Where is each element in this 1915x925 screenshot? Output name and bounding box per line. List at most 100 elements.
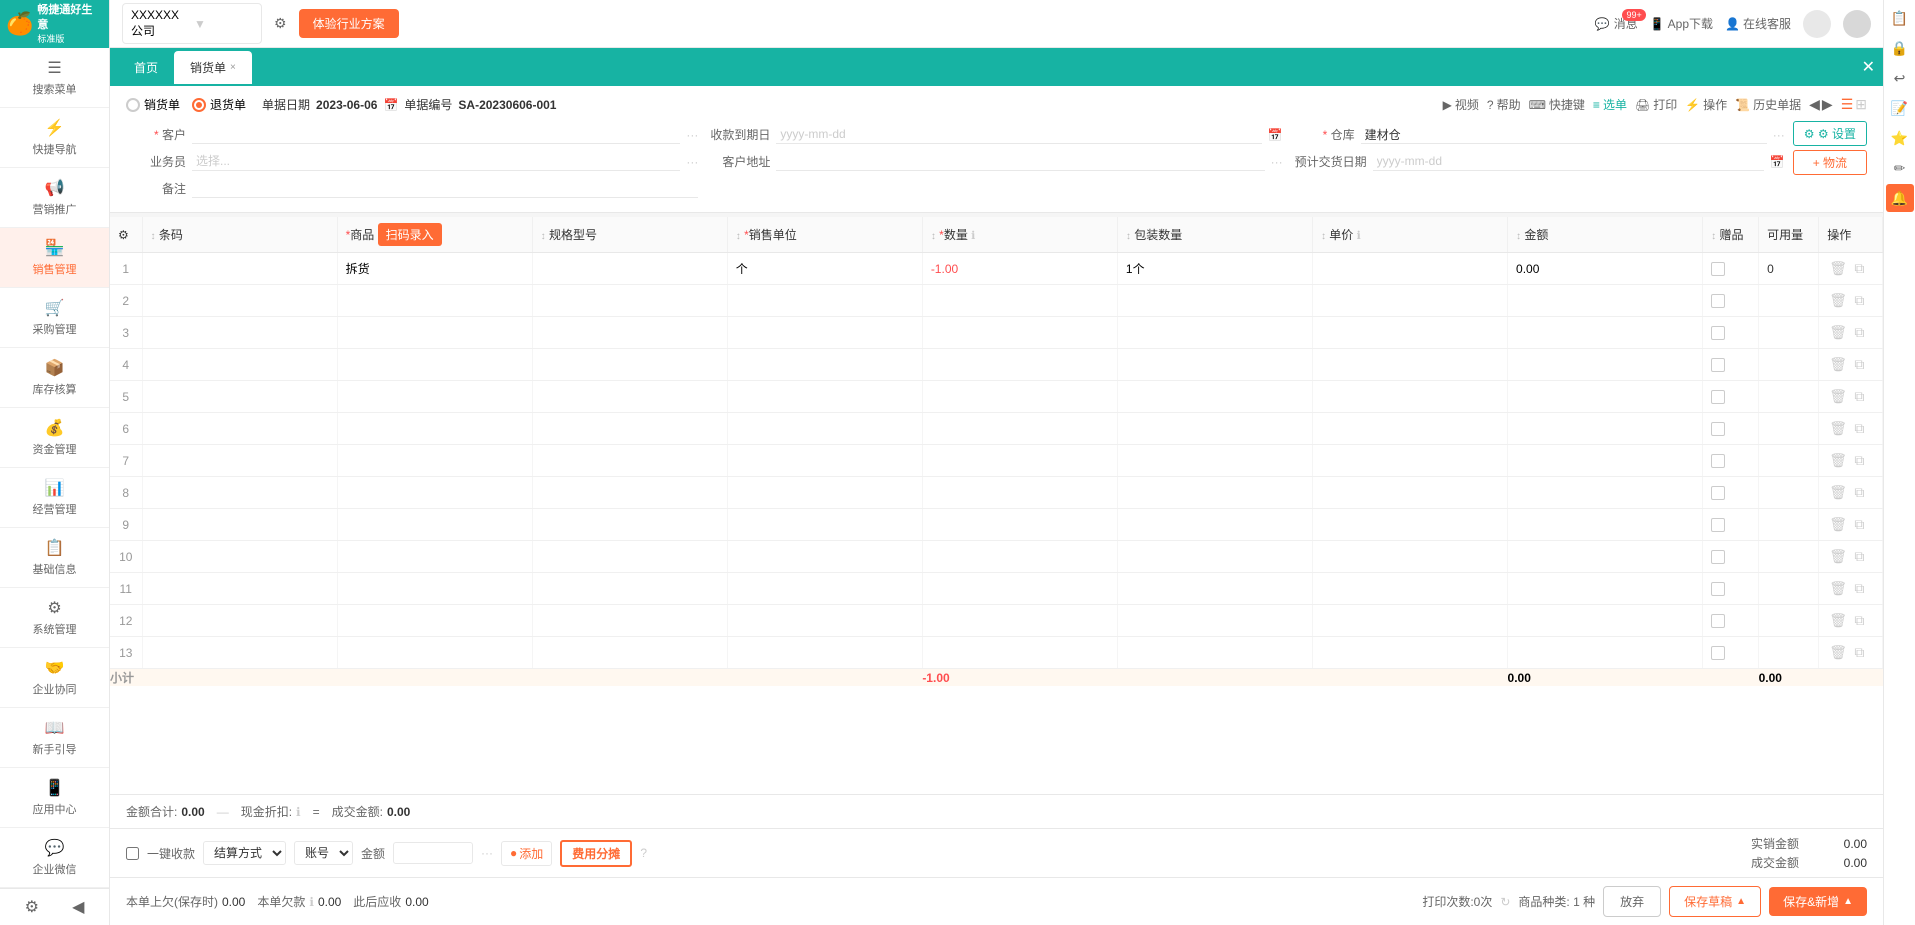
sidebar-item-system[interactable]: ⚙ 系统管理 <box>0 588 109 648</box>
row-pkg-qty[interactable] <box>1117 637 1312 669</box>
right-panel-lock-icon[interactable]: 🔒 <box>1886 34 1914 62</box>
radio-return[interactable]: 退货单 <box>192 96 246 113</box>
delete-row-icon[interactable]: 🗑 <box>1829 452 1847 468</box>
customer-input[interactable] <box>192 125 680 144</box>
copy-row-icon[interactable]: ⧉ <box>1854 644 1864 660</box>
row-qty[interactable] <box>922 349 1117 381</box>
copy-row-icon[interactable]: ⧉ <box>1854 260 1864 276</box>
salesperson-dots-icon[interactable]: ··· <box>686 155 698 169</box>
row-unit[interactable] <box>727 637 922 669</box>
row-pkg-qty[interactable] <box>1117 381 1312 413</box>
row-pkg-qty[interactable] <box>1117 573 1312 605</box>
radio-sale[interactable]: 销货单 <box>126 96 180 113</box>
row-barcode[interactable] <box>142 445 337 477</box>
row-barcode[interactable] <box>142 285 337 317</box>
sidebar-item-inventory[interactable]: 📦 库存核算 <box>0 348 109 408</box>
row-gift[interactable] <box>1703 381 1759 413</box>
copy-row-icon[interactable]: ⧉ <box>1854 420 1864 436</box>
save-draft-button[interactable]: 保存草稿 ▲ <box>1669 886 1761 917</box>
operate-button[interactable]: ⚡ 操作 <box>1685 96 1727 113</box>
row-qty[interactable] <box>922 605 1117 637</box>
sidebar-item-sales[interactable]: 🏪 销售管理 <box>0 228 109 288</box>
delete-row-icon[interactable]: 🗑 <box>1829 388 1847 404</box>
row-price[interactable] <box>1312 413 1507 445</box>
row-unit[interactable] <box>727 573 922 605</box>
row-gift[interactable] <box>1703 541 1759 573</box>
col-settings-icon[interactable]: ⚙ <box>118 228 129 242</box>
payment-method-select[interactable]: 结算方式 <box>203 841 286 865</box>
tabbar-close-icon[interactable]: ✕ <box>1862 57 1875 77</box>
message-button[interactable]: 💬 消息 99+ <box>1595 15 1638 32</box>
row-spec[interactable] <box>532 381 727 413</box>
notes-input[interactable] <box>192 179 698 198</box>
row-unit[interactable] <box>727 381 922 413</box>
delete-row-icon[interactable]: 🗑 <box>1829 516 1847 532</box>
row-price[interactable] <box>1312 573 1507 605</box>
row-barcode[interactable] <box>142 413 337 445</box>
row-price[interactable] <box>1312 541 1507 573</box>
delete-row-icon[interactable]: 🗑 <box>1829 548 1847 564</box>
account-select[interactable]: 账号 <box>294 841 353 865</box>
one-click-payment-checkbox[interactable] <box>126 847 139 860</box>
row-unit[interactable] <box>727 445 922 477</box>
row-qty[interactable] <box>922 317 1117 349</box>
row-product[interactable] <box>337 317 532 349</box>
row-pkg-qty[interactable] <box>1117 349 1312 381</box>
sidebar-item-finance[interactable]: 💰 资金管理 <box>0 408 109 468</box>
row-product[interactable] <box>337 285 532 317</box>
row-spec[interactable] <box>532 317 727 349</box>
row-product[interactable] <box>337 573 532 605</box>
row-spec[interactable] <box>532 285 727 317</box>
row-pkg-qty[interactable] <box>1117 477 1312 509</box>
right-panel-edit-icon[interactable]: ✏ <box>1886 154 1914 182</box>
row-pkg-qty[interactable] <box>1117 253 1312 285</box>
row-qty[interactable] <box>922 253 1117 285</box>
discount-info-icon[interactable]: ℹ <box>296 805 301 819</box>
row-amount[interactable] <box>1508 573 1703 605</box>
user-avatar[interactable] <box>1803 10 1831 38</box>
delete-row-icon[interactable]: 🗑 <box>1829 484 1847 500</box>
copy-row-icon[interactable]: ⧉ <box>1854 324 1864 340</box>
row-gift[interactable] <box>1703 285 1759 317</box>
right-panel-alert-icon[interactable]: 🔔 <box>1886 184 1914 212</box>
nav-prev-icon[interactable]: ◀ <box>1809 96 1820 113</box>
row-spec[interactable] <box>532 253 727 285</box>
row-price[interactable] <box>1312 637 1507 669</box>
row-product[interactable] <box>337 381 532 413</box>
salesperson-input[interactable] <box>192 152 680 171</box>
row-gift[interactable] <box>1703 573 1759 605</box>
row-qty[interactable] <box>922 445 1117 477</box>
video-button[interactable]: ▶ 视频 <box>1443 96 1479 113</box>
row-barcode[interactable] <box>142 637 337 669</box>
debt-info-icon[interactable]: ℹ <box>309 895 314 909</box>
row-amount[interactable] <box>1508 509 1703 541</box>
delete-row-icon[interactable]: 🗑 <box>1829 356 1847 372</box>
row-amount[interactable] <box>1508 637 1703 669</box>
scan-input-button[interactable]: 扫码录入 <box>378 223 442 246</box>
row-price[interactable] <box>1312 509 1507 541</box>
delete-row-icon[interactable]: 🗑 <box>1829 612 1847 628</box>
row-barcode[interactable] <box>142 349 337 381</box>
row-barcode[interactable] <box>142 573 337 605</box>
row-price[interactable] <box>1312 317 1507 349</box>
row-qty[interactable] <box>922 413 1117 445</box>
sidebar-collapse-icon[interactable]: ◀ <box>72 897 84 917</box>
row-unit[interactable] <box>727 477 922 509</box>
table-scroll[interactable]: ⚙ ↕ 条码 *商品 扫码录入 ↕ 规格型号 ↕ *销售单位 ↕ *数量 ℹ ↕… <box>110 217 1883 794</box>
row-spec[interactable] <box>532 477 727 509</box>
row-product[interactable] <box>337 445 532 477</box>
row-spec[interactable] <box>532 573 727 605</box>
warehouse-dots-icon[interactable]: ··· <box>1773 128 1785 142</box>
print-button[interactable]: 🖨 打印 <box>1635 96 1677 113</box>
trial-button[interactable]: 体验行业方案 <box>299 9 399 38</box>
row-unit[interactable] <box>727 285 922 317</box>
row-unit[interactable] <box>727 253 922 285</box>
row-barcode[interactable] <box>142 605 337 637</box>
split-button[interactable]: 费用分摊 <box>560 840 632 867</box>
expected-date-calendar-icon[interactable]: 📅 <box>1770 155 1785 169</box>
delete-row-icon[interactable]: 🗑 <box>1829 580 1847 596</box>
warehouse-input[interactable]: 建材仓 <box>1361 125 1767 144</box>
sidebar-item-collab[interactable]: 🤝 企业协同 <box>0 648 109 708</box>
delete-row-icon[interactable]: 🗑 <box>1829 292 1847 308</box>
customer-dots-icon[interactable]: ··· <box>686 128 698 142</box>
